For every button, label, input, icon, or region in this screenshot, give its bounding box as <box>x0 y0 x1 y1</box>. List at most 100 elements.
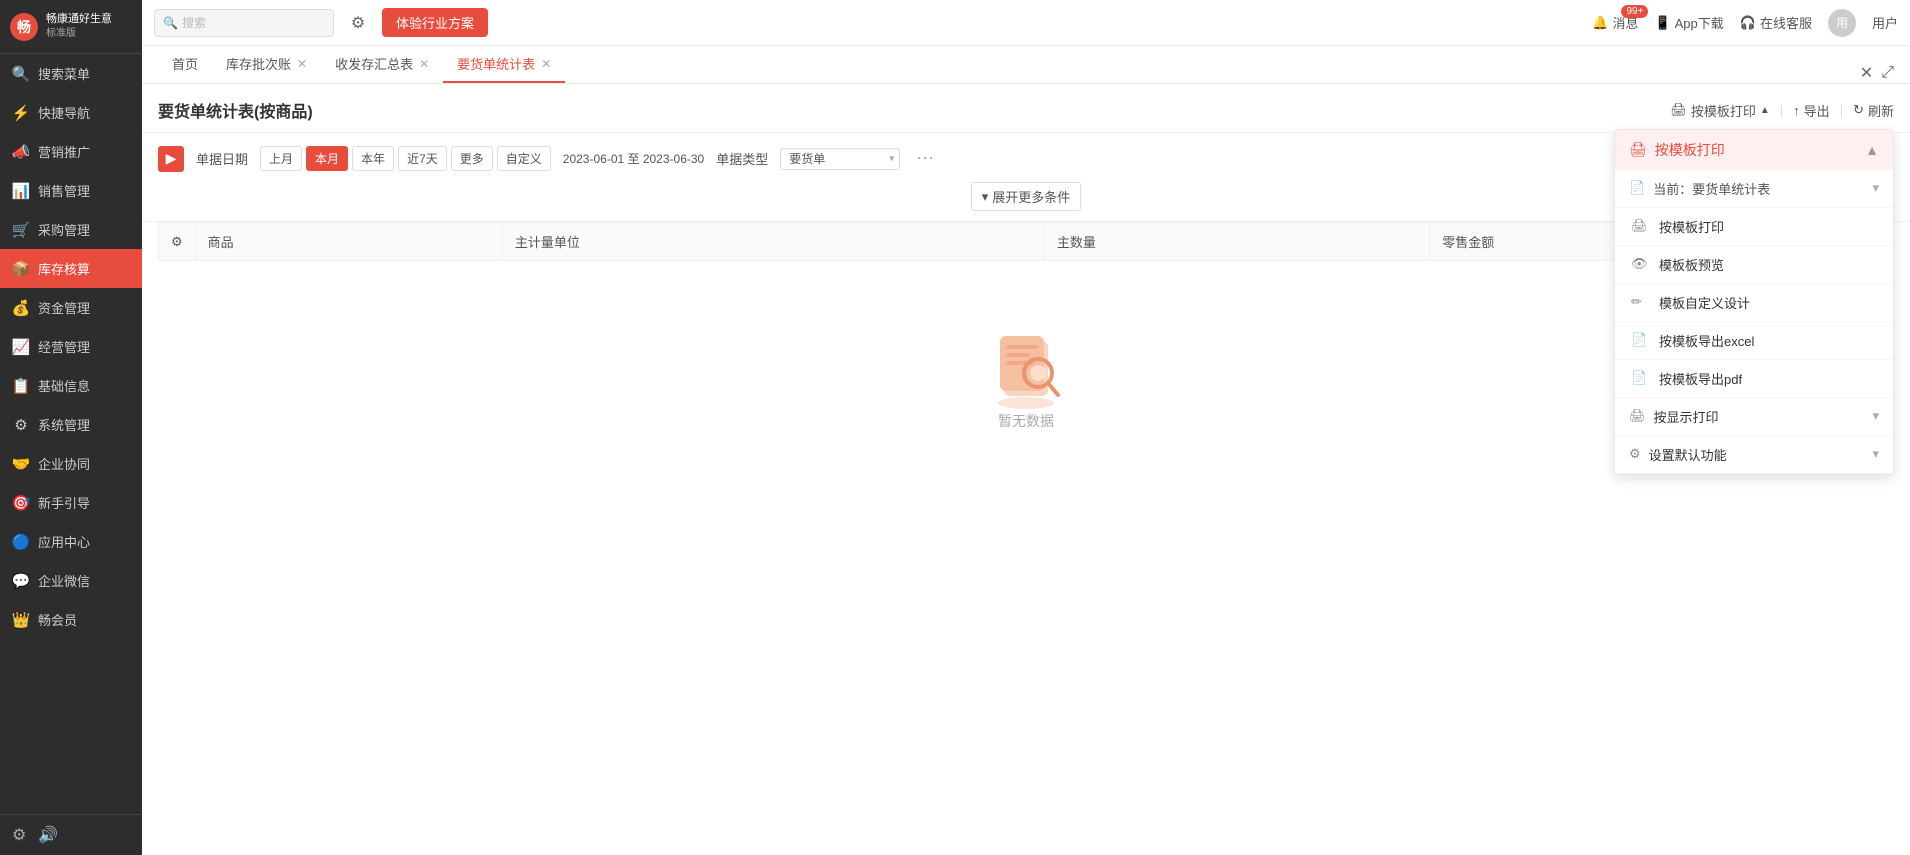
topbar: 🔍 搜索 ⚙ 体验行业方案 🔔 消息 99+ 📱 App下载 🎧 在线客服 用 … <box>142 0 1910 46</box>
tab-close-order-stats[interactable]: ✕ <box>541 57 551 71</box>
sidebar-item-member[interactable]: 👑 畅会员 <box>0 600 142 639</box>
tab-receipts-summary[interactable]: 收发存汇总表 ✕ <box>321 46 443 83</box>
sidebar-item-marketing[interactable]: 📣 营销推广 <box>0 132 142 171</box>
export-btn[interactable]: ↑ 导出 <box>1793 101 1830 120</box>
megaphone-icon: 📣 <box>12 143 30 161</box>
crown-icon: 👑 <box>12 611 30 629</box>
empty-illustration <box>976 321 1076 411</box>
dropdown-current-template[interactable]: 📄 当前：要货单统计表 ▾ <box>1615 170 1893 208</box>
type-select[interactable]: 要货单 <box>780 148 900 170</box>
cart-icon: 🛒 <box>12 221 30 239</box>
sidebar-nav: 🔍 搜索菜单 ⚡ 快捷导航 📣 营销推广 📊 销售管理 🛒 采购管理 📦 库存核… <box>0 54 142 814</box>
sidebar-item-search[interactable]: 🔍 搜索菜单 <box>0 54 142 93</box>
dropdown-header: 🖨 按模板打印 ▲ <box>1615 130 1893 170</box>
app-name-text: 畅康通好生意 标准版 <box>46 12 112 41</box>
tab-close-batch-accounts[interactable]: ✕ <box>297 57 307 71</box>
type-label: 单据类型 <box>716 149 768 168</box>
sidebar-item-system[interactable]: ⚙ 系统管理 <box>0 405 142 444</box>
action-divider-2: | <box>1840 103 1843 118</box>
apps-icon: 🔵 <box>12 533 30 551</box>
sidebar-item-operation[interactable]: 📈 经营管理 <box>0 327 142 366</box>
date-label: 单据日期 <box>196 149 248 168</box>
template-print-icon: 🖨 <box>1631 218 1647 234</box>
dropdown-item-export-pdf[interactable]: 📄 按模板导出pdf <box>1615 360 1893 398</box>
printer-dropdown-icon: 🖨 <box>1629 141 1647 158</box>
dropdown-current-arrow: ▾ <box>1872 180 1879 196</box>
bell-icon: 🔔 <box>1592 15 1608 31</box>
sidebar-item-basic[interactable]: 📋 基础信息 <box>0 366 142 405</box>
dropdown-item-display-print[interactable]: 🖨 按显示打印 ▾ <box>1615 398 1893 436</box>
refresh-btn[interactable]: ↻ 刷新 <box>1853 101 1894 120</box>
filter-expand-arrow[interactable]: ▶ <box>158 146 184 172</box>
date-this-year-btn[interactable]: 本年 <box>352 146 394 171</box>
dropdown-item-default-func[interactable]: ⚙ 设置默认功能 ▾ <box>1615 436 1893 474</box>
sidebar-item-sales[interactable]: 📊 销售管理 <box>0 171 142 210</box>
type-select-wrap: 要货单 <box>780 148 900 170</box>
excel-icon: 📄 <box>1631 332 1647 348</box>
date-7days-btn[interactable]: 近7天 <box>398 146 447 171</box>
page-body: 要货单统计表(按商品) 🖨 按模板打印 ▲ | ↑ 导出 | ↻ <box>142 84 1910 855</box>
sidebar: 畅 畅康通好生意 标准版 🔍 搜索菜单 ⚡ 快捷导航 📣 营销推广 📊 销售管理… <box>0 0 142 855</box>
date-last-month-btn[interactable]: 上月 <box>260 146 302 171</box>
refresh-icon: ↻ <box>1853 102 1864 118</box>
dropdown-close-btn[interactable]: ▲ <box>1865 142 1879 158</box>
dropdown-header-left: 🖨 按模板打印 <box>1629 140 1725 160</box>
expand-conditions-btn[interactable]: ▾ 展开更多条件 <box>971 182 1082 211</box>
dropdown-item-export-excel[interactable]: 📄 按模板导出excel <box>1615 322 1893 360</box>
print-arrow-icon: ▲ <box>1760 105 1770 116</box>
sidebar-item-finance[interactable]: 💰 资金管理 <box>0 288 142 327</box>
online-service-btn[interactable]: 🎧 在线客服 <box>1740 13 1812 32</box>
sidebar-item-inventory[interactable]: 📦 库存核算 <box>0 249 142 288</box>
search-topbar-icon: 🔍 <box>163 16 178 30</box>
custom-design-icon: ✏ <box>1631 294 1647 310</box>
tabs-bar: 首页 库存批次账 ✕ 收发存汇总表 ✕ 要货单统计表 ✕ ✕ ⤢ <box>142 46 1910 84</box>
settings-bottom-icon[interactable]: ⚙ <box>12 825 26 845</box>
mobile-icon: 📱 <box>1654 15 1670 31</box>
volume-icon[interactable]: 🔊 <box>38 825 58 845</box>
col-settings[interactable]: ⚙ <box>159 223 196 261</box>
messages-btn[interactable]: 🔔 消息 99+ <box>1592 13 1638 32</box>
tab-close-receipts-summary[interactable]: ✕ <box>419 57 429 71</box>
topbar-right: 🔔 消息 99+ 📱 App下载 🎧 在线客服 用 用户 <box>1592 9 1898 37</box>
current-template-icon: 📄 <box>1629 180 1645 196</box>
headset-icon: 🎧 <box>1740 15 1756 31</box>
expand-down-icon: ▾ <box>982 189 989 205</box>
dropdown-item-template-preview[interactable]: 👁 模板板预览 <box>1615 246 1893 284</box>
page-content: 要货单统计表(按商品) 🖨 按模板打印 ▲ | ↑ 导出 | ↻ <box>142 84 1910 855</box>
date-more-btn[interactable]: 更多 <box>451 146 493 171</box>
filter-more-dots[interactable]: ⋯ <box>916 148 934 169</box>
date-custom-btn[interactable]: 自定义 <box>497 146 551 171</box>
sidebar-item-corp[interactable]: 🤝 企业协同 <box>0 444 142 483</box>
date-filter-buttons: 上月 本月 本年 近7天 更多 自定义 <box>260 146 551 171</box>
date-this-month-btn[interactable]: 本月 <box>306 146 348 171</box>
action-divider: | <box>1780 103 1783 118</box>
default-func-icon: ⚙ <box>1629 446 1641 462</box>
sidebar-bottom: ⚙ 🔊 <box>0 814 142 855</box>
topbar-gear-btn[interactable]: ⚙ <box>344 9 372 37</box>
tab-order-stats[interactable]: 要货单统计表 ✕ <box>443 46 565 83</box>
dropdown-item-template-print[interactable]: 🖨 按模板打印 <box>1615 208 1893 246</box>
display-print-icon: 🖨 <box>1629 408 1646 424</box>
print-dropdown: 🖨 按模板打印 ▲ 📄 当前：要货单统计表 ▾ <box>1614 129 1894 475</box>
tab-expand-btn[interactable]: ⤢ <box>1881 64 1894 82</box>
user-avatar[interactable]: 用 <box>1828 9 1856 37</box>
gear-icon: ⚙ <box>12 416 30 434</box>
app-download-btn[interactable]: 📱 App下载 <box>1654 13 1723 32</box>
date-range-text: 2023-06-01 至 2023-06-30 <box>563 150 704 167</box>
preview-icon: 👁 <box>1631 256 1647 272</box>
sidebar-item-guide[interactable]: 🎯 新手引导 <box>0 483 142 522</box>
search-icon: 🔍 <box>12 65 30 83</box>
sidebar-item-wechat[interactable]: 💬 企业微信 <box>0 561 142 600</box>
print-template-btn[interactable]: 🖨 按模板打印 ▲ <box>1670 101 1769 120</box>
sidebar-item-shortcut[interactable]: ⚡ 快捷导航 <box>0 93 142 132</box>
page-title: 要货单统计表(按商品) <box>158 98 313 122</box>
dropdown-item-template-custom[interactable]: ✏ 模板自定义设计 <box>1615 284 1893 322</box>
trial-btn[interactable]: 体验行业方案 <box>382 8 488 37</box>
tab-home[interactable]: 首页 <box>158 46 212 83</box>
topbar-search[interactable]: 🔍 搜索 <box>154 9 334 37</box>
col-product: 商品 <box>195 223 502 261</box>
tab-window-close-btn[interactable]: ✕ <box>1860 63 1873 83</box>
sidebar-item-apps[interactable]: 🔵 应用中心 <box>0 522 142 561</box>
tab-batch-accounts[interactable]: 库存批次账 ✕ <box>212 46 321 83</box>
sidebar-item-purchase[interactable]: 🛒 采购管理 <box>0 210 142 249</box>
